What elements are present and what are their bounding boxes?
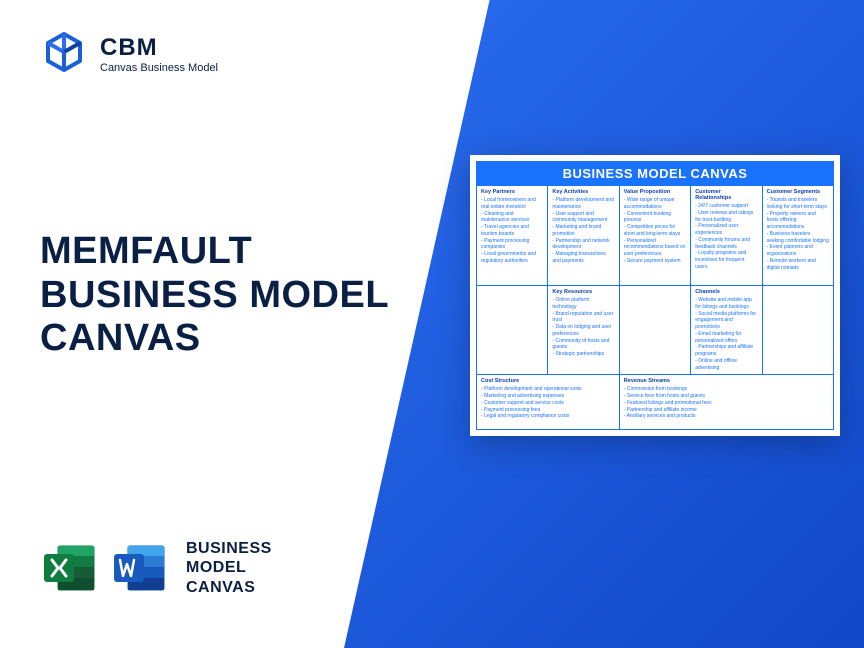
list-item: Partnerships and affiliate programs [695, 344, 757, 358]
key-resources-list: Online platform technologyBrand reputati… [552, 297, 614, 358]
list-item: Strategic partnerships [552, 351, 614, 358]
list-item: 24/7 customer support [695, 203, 757, 210]
list-item: Marketing and advertising expenses [481, 393, 615, 400]
list-item: Business travelers seeking comfortable l… [767, 231, 829, 245]
list-item: Community forums and feedback channels [695, 237, 757, 251]
cell-customer-relationships: Customer Relationships 24/7 customer sup… [691, 186, 762, 286]
customer-segments-list: Tourists and travelers looking for short… [767, 197, 829, 271]
list-item: Platform development and operational cos… [481, 386, 615, 393]
list-item: Partnership and affiliate income [624, 407, 829, 414]
main-title: MEMFAULT BUSINESS MODEL CANVAS [40, 230, 389, 361]
key-activities-title: Key Activities [552, 189, 614, 195]
list-item: Ancillary services and products [624, 413, 829, 420]
brand-logo-icon [40, 30, 88, 78]
customer-relationships-title: Customer Relationships [695, 189, 757, 201]
title-line-1: MEMFAULT [40, 230, 389, 274]
list-item: Event planners and organizations [767, 244, 829, 258]
empty-cell [620, 286, 691, 375]
list-item: Tourists and travelers looking for short… [767, 197, 829, 211]
canvas-preview-card: BUSINESS MODEL CANVAS Key Partners Local… [470, 155, 840, 436]
list-item: Community of hosts and guests [552, 338, 614, 352]
cell-value-proposition: Value Proposition Wide range of unique a… [620, 186, 691, 286]
list-item: Customer support and service costs [481, 400, 615, 407]
cell-revenue-streams: Revenue Streams Commission from bookings… [620, 375, 834, 430]
key-resources-title: Key Resources [552, 289, 614, 295]
list-item: Service fees from hosts and guests [624, 393, 829, 400]
list-item: Marketing and brand promotion [552, 224, 614, 238]
bottom-line-3: CANVAS [186, 578, 272, 597]
list-item: Secure payment system [624, 258, 686, 265]
list-item: Data on lodging and user preferences [552, 324, 614, 338]
canvas-header: BUSINESS MODEL CANVAS [476, 161, 834, 186]
cell-key-partners: Key Partners Local homeowners and real e… [477, 186, 548, 286]
list-item: User support and community management [552, 211, 614, 225]
cell-key-activities: Key Activities Platform development and … [548, 186, 619, 286]
list-item: Local homeowners and real estate investo… [481, 197, 543, 211]
list-item: Property owners and hosts offering accom… [767, 211, 829, 231]
channels-list: Website and mobile app for listings and … [695, 297, 757, 371]
list-item: Travel agencies and tourism boards [481, 224, 543, 238]
cost-structure-title: Cost Structure [481, 378, 615, 384]
revenue-streams-title: Revenue Streams [624, 378, 829, 384]
list-item: Partnership and network development [552, 238, 614, 252]
customer-segments-title: Customer Segments [767, 189, 829, 195]
title-line-2: BUSINESS MODEL [40, 274, 389, 318]
cell-customer-segments: Customer Segments Tourists and travelers… [763, 186, 834, 286]
cost-structure-list: Platform development and operational cos… [481, 386, 615, 420]
bottom-line-1: BUSINESS [186, 539, 272, 558]
list-item: Convenient booking process [624, 211, 686, 225]
value-proposition-list: Wide range of unique accommodationsConve… [624, 197, 686, 265]
brand-subtitle: Canvas Business Model [100, 62, 218, 74]
empty-cell [477, 286, 548, 375]
list-item: Managing transactions and payments [552, 251, 614, 265]
channels-title: Channels [695, 289, 757, 295]
key-activities-list: Platform development and maintenanceUser… [552, 197, 614, 265]
cell-key-resources: Key Resources Online platform technology… [548, 286, 619, 375]
bottom-label: BUSINESS MODEL CANVAS [186, 539, 272, 597]
canvas-row-top: Key Partners Local homeowners and real e… [476, 186, 834, 286]
list-item: Cleaning and maintenance services [481, 211, 543, 225]
list-item: Payment processing fees [481, 407, 615, 414]
list-item: Legal and regulatory compliance costs [481, 413, 615, 420]
cell-channels: Channels Website and mobile app for list… [691, 286, 762, 375]
excel-icon [40, 538, 100, 598]
cell-cost-structure: Cost Structure Platform development and … [477, 375, 620, 430]
list-item: Remote workers and digital nomads [767, 258, 829, 272]
value-proposition-title: Value Proposition [624, 189, 686, 195]
revenue-streams-list: Commission from bookingsService fees fro… [624, 386, 829, 420]
canvas-row-bottom: Cost Structure Platform development and … [476, 375, 834, 430]
list-item: Brand reputation and user trust [552, 311, 614, 325]
list-item: Online platform technology [552, 297, 614, 311]
title-line-3: CANVAS [40, 317, 389, 361]
canvas-row-mid: Key Resources Online platform technology… [476, 286, 834, 375]
list-item: Featured listings and promotional fees [624, 400, 829, 407]
list-item: Email marketing for personalized offers [695, 331, 757, 345]
list-item: Local governments and regulatory authori… [481, 251, 543, 265]
list-item: Commission from bookings [624, 386, 829, 393]
bottom-line-2: MODEL [186, 558, 272, 577]
bottom-apps-block: BUSINESS MODEL CANVAS [40, 538, 272, 598]
list-item: User reviews and ratings for trust-build… [695, 210, 757, 224]
brand-logo-text: CBM Canvas Business Model [100, 34, 218, 74]
brand-abbr: CBM [100, 34, 218, 62]
list-item: Competitive prices for short and long-te… [624, 224, 686, 238]
list-item: Website and mobile app for listings and … [695, 297, 757, 311]
word-icon [110, 538, 170, 598]
list-item: Personalized user experiences [695, 223, 757, 237]
customer-relationships-list: 24/7 customer supportUser reviews and ra… [695, 203, 757, 271]
list-item: Payment processing companies [481, 238, 543, 252]
list-item: Loyalty programs and incentives for freq… [695, 250, 757, 270]
list-item: Online and offline advertising [695, 358, 757, 372]
list-item: Personalized recommendations based on us… [624, 238, 686, 258]
list-item: Platform development and maintenance [552, 197, 614, 211]
key-partners-list: Local homeowners and real estate investo… [481, 197, 543, 265]
list-item: Wide range of unique accommodations [624, 197, 686, 211]
key-partners-title: Key Partners [481, 189, 543, 195]
brand-logo: CBM Canvas Business Model [40, 30, 218, 78]
empty-cell [763, 286, 834, 375]
list-item: Social media platforms for engagement an… [695, 311, 757, 331]
